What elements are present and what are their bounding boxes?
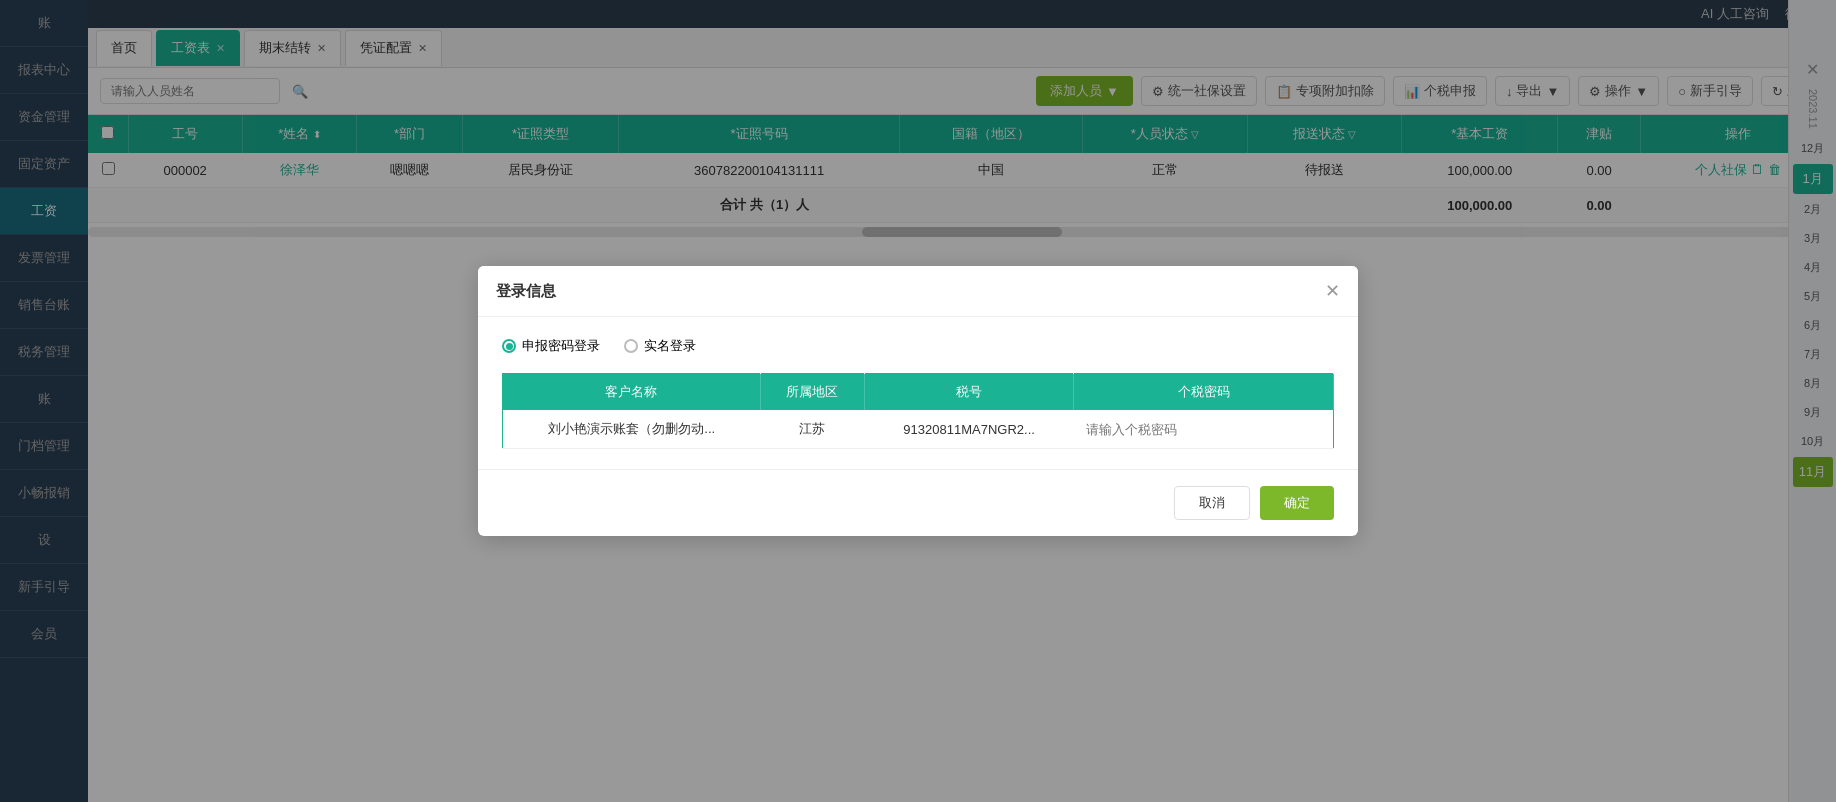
col-tax-password: 个税密码 — [1074, 374, 1334, 411]
radio-realname-dot — [624, 339, 638, 353]
radio-password-login[interactable]: 申报密码登录 — [502, 337, 600, 355]
login-dialog: 登录信息 ✕ 申报密码登录 实名登录 客户名称 所属地区 税号 个税密码 — [478, 266, 1358, 536]
client-password-cell[interactable] — [1074, 410, 1334, 449]
client-tax-no-cell: 91320811MA7NGR2... — [864, 410, 1074, 449]
confirm-button[interactable]: 确定 — [1260, 486, 1334, 520]
client-table: 客户名称 所属地区 税号 个税密码 刘小艳演示账套（勿删勿动... 江苏 913… — [502, 373, 1334, 449]
dialog-title: 登录信息 — [496, 282, 556, 301]
tax-password-input[interactable] — [1086, 422, 1321, 437]
dialog-header: 登录信息 ✕ — [478, 266, 1358, 317]
dialog-close-button[interactable]: ✕ — [1325, 280, 1340, 302]
radio-realname-login[interactable]: 实名登录 — [624, 337, 696, 355]
cancel-button[interactable]: 取消 — [1174, 486, 1250, 520]
radio-password-dot — [502, 339, 516, 353]
client-table-row: 刘小艳演示账套（勿删勿动... 江苏 91320811MA7NGR2... — [503, 410, 1334, 449]
login-type-radio-group: 申报密码登录 实名登录 — [502, 337, 1334, 355]
col-region: 所属地区 — [760, 374, 864, 411]
client-region-cell: 江苏 — [760, 410, 864, 449]
col-tax-no: 税号 — [864, 374, 1074, 411]
dialog-body: 申报密码登录 实名登录 客户名称 所属地区 税号 个税密码 刘小艳演示账套（勿删… — [478, 317, 1358, 469]
dialog-footer: 取消 确定 — [478, 469, 1358, 536]
col-client-name: 客户名称 — [503, 374, 761, 411]
client-name-cell: 刘小艳演示账套（勿删勿动... — [503, 410, 761, 449]
